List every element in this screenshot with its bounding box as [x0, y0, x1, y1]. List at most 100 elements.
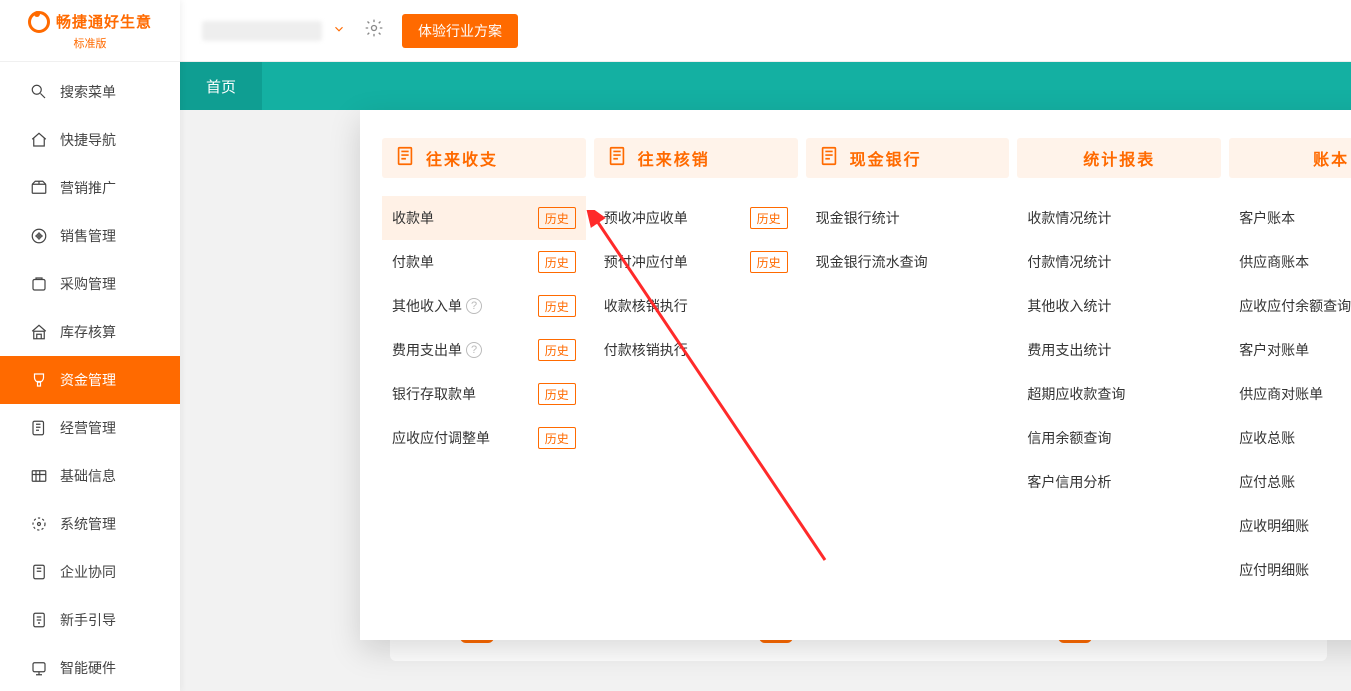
marketing-icon: [30, 179, 48, 197]
basedata-icon: [30, 467, 48, 485]
mega-item[interactable]: 付款情况统计: [1017, 240, 1221, 284]
mega-item[interactable]: 客户账本: [1229, 196, 1351, 240]
mega-item[interactable]: 费用支出单 ?历史: [382, 328, 586, 372]
sidebar-item-label: 企业协同: [60, 562, 116, 582]
history-badge[interactable]: 历史: [750, 251, 788, 273]
sidebar-item-system[interactable]: 系统管理: [0, 500, 180, 548]
history-badge[interactable]: 历史: [538, 295, 576, 317]
company-selector[interactable]: [202, 21, 346, 41]
sidebar-nav: 搜索菜单快捷导航营销推广销售管理采购管理库存核算资金管理经营管理基础信息系统管理…: [0, 62, 180, 691]
mega-item[interactable]: 应收明细账: [1229, 504, 1351, 548]
mega-item-label: 其他收入单 ?: [392, 296, 482, 316]
history-badge[interactable]: 历史: [538, 251, 576, 273]
mega-item-label: 客户对账单: [1239, 340, 1309, 360]
sidebar-item-hardware[interactable]: 智能硬件: [0, 644, 180, 691]
sidebar-item-guide[interactable]: 新手引导: [0, 596, 180, 644]
mega-item[interactable]: 收款单 历史: [382, 196, 586, 240]
mega-item-label: 客户账本: [1239, 208, 1295, 228]
help-icon[interactable]: ?: [466, 298, 482, 314]
mega-column-header: 往来收支: [382, 138, 586, 178]
mega-item[interactable]: 费用支出统计: [1017, 328, 1221, 372]
sidebar-item-quicknav[interactable]: 快捷导航: [0, 116, 180, 164]
mega-item[interactable]: 预收冲应收单 历史: [594, 196, 798, 240]
logo: 畅捷通好生意 标准版: [0, 0, 180, 62]
mega-item[interactable]: 付款单历史: [382, 240, 586, 284]
doc-icon: [606, 145, 628, 172]
mega-item-label: 付款核销执行: [604, 340, 688, 360]
history-badge[interactable]: 历史: [538, 207, 576, 229]
mega-item[interactable]: 信用余额查询: [1017, 416, 1221, 460]
sidebar-item-label: 智能硬件: [60, 658, 116, 678]
mega-item[interactable]: 应付明细账: [1229, 548, 1351, 592]
mega-column-title: 账本: [1313, 146, 1349, 170]
history-badge[interactable]: 历史: [538, 339, 576, 361]
mega-item-label: 付款情况统计: [1027, 252, 1111, 272]
mega-item[interactable]: 预付冲应付单 历史: [594, 240, 798, 284]
mega-column-title: 往来收支: [426, 146, 498, 170]
mega-item-label: 预付冲应付单: [604, 252, 688, 272]
sidebar-item-label: 库存核算: [60, 322, 116, 342]
sidebar-item-basedata[interactable]: 基础信息: [0, 452, 180, 500]
sidebar-item-search[interactable]: 搜索菜单: [0, 68, 180, 116]
mega-item[interactable]: 现金银行统计: [806, 196, 1010, 240]
sidebar-item-inventory[interactable]: 库存核算: [0, 308, 180, 356]
sidebar-item-marketing[interactable]: 营销推广: [0, 164, 180, 212]
mega-item[interactable]: 应付总账: [1229, 460, 1351, 504]
inventory-icon: [30, 323, 48, 341]
mega-item[interactable]: 银行存取款单历史: [382, 372, 586, 416]
history-badge[interactable]: 历史: [538, 427, 576, 449]
mega-item[interactable]: 付款核销执行: [594, 328, 798, 372]
doc-icon: [818, 145, 840, 172]
mega-item[interactable]: 收款核销执行: [594, 284, 798, 328]
mega-item[interactable]: 现金银行流水查询: [806, 240, 1010, 284]
history-badge[interactable]: 历史: [750, 207, 788, 229]
gear-icon[interactable]: [364, 18, 384, 43]
mega-item[interactable]: 客户对账单: [1229, 328, 1351, 372]
mega-column-header: 往来核销: [594, 138, 798, 178]
mega-item[interactable]: 应收应付调整单 历史: [382, 416, 586, 460]
mega-item-label: 费用支出统计: [1027, 340, 1111, 360]
mega-item-label: 收款核销执行: [604, 296, 688, 316]
mega-item[interactable]: 其他收入统计: [1017, 284, 1221, 328]
try-plan-button[interactable]: 体验行业方案: [402, 14, 518, 48]
mega-item-label: 预收冲应收单: [604, 208, 688, 228]
mega-menu-funds: 往来收支收款单历史付款单历史其他收入单 ?历史费用支出单 ?历史银行存取款单历史…: [360, 110, 1351, 640]
brand-icon: [28, 11, 50, 33]
mega-item[interactable]: 收款情况统计: [1017, 196, 1221, 240]
mega-item-label: 应收应付余额查询: [1239, 296, 1351, 316]
system-icon: [30, 515, 48, 533]
mega-item[interactable]: 其他收入单 ? 历史: [382, 284, 586, 328]
mega-column: 统计报表收款情况统计付款情况统计其他收入统计费用支出统计超期应收款查询信用余额查…: [1017, 138, 1221, 592]
mega-item-label: 应付总账: [1239, 472, 1295, 492]
mega-item[interactable]: 供应商账本: [1229, 240, 1351, 284]
mega-item-label: 应收应付调整单: [392, 428, 490, 448]
sidebar-item-funds[interactable]: 资金管理: [0, 356, 180, 404]
hardware-icon: [30, 659, 48, 677]
mega-column-title: 往来核销: [638, 146, 710, 170]
sidebar-item-operation[interactable]: 经营管理: [0, 404, 180, 452]
mega-item[interactable]: 客户信用分析: [1017, 460, 1221, 504]
history-badge[interactable]: 历史: [538, 383, 576, 405]
mega-item-label: 收款情况统计: [1027, 208, 1111, 228]
purchase-icon: [30, 275, 48, 293]
mega-item-label: 客户信用分析: [1027, 472, 1111, 492]
mega-item[interactable]: 应收应付余额查询: [1229, 284, 1351, 328]
mega-item-label: 收款单: [392, 208, 434, 228]
mega-item-label: 应收总账: [1239, 428, 1295, 448]
tab-home[interactable]: 首页: [180, 62, 262, 110]
sales-icon: [30, 227, 48, 245]
mega-item[interactable]: 超期应收款查询: [1017, 372, 1221, 416]
mega-item[interactable]: 供应商对账单: [1229, 372, 1351, 416]
mega-item[interactable]: 应收总账: [1229, 416, 1351, 460]
brand-sub: 标准版: [74, 35, 107, 51]
sidebar-item-purchase[interactable]: 采购管理: [0, 260, 180, 308]
mega-column: 往来核销预收冲应收单历史预付冲应付单历史收款核销执行付款核销执行: [594, 138, 798, 592]
sidebar-item-sales[interactable]: 销售管理: [0, 212, 180, 260]
quicknav-icon: [30, 131, 48, 149]
mega-column-header: 账本: [1229, 138, 1351, 178]
help-icon[interactable]: ?: [466, 342, 482, 358]
mega-item-label: 供应商账本: [1239, 252, 1309, 272]
sidebar-item-collab[interactable]: 企业协同: [0, 548, 180, 596]
mega-column-header: 统计报表: [1017, 138, 1221, 178]
topbar: 体验行业方案: [180, 0, 1351, 62]
